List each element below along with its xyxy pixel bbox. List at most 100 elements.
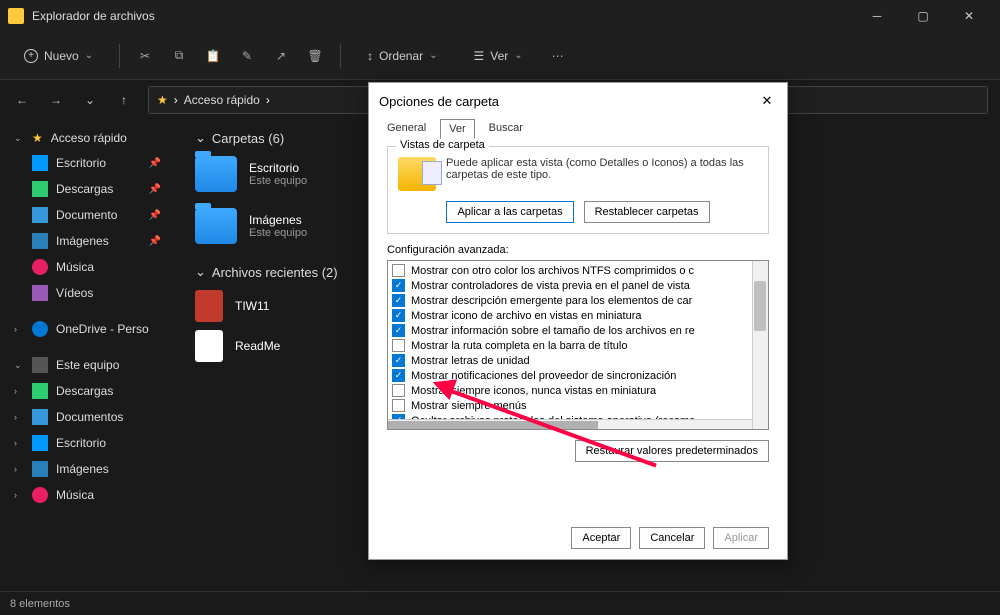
restore-defaults-button[interactable]: Restaurar valores predeterminados xyxy=(575,440,769,462)
advanced-option[interactable]: Mostrar siempre iconos, nunca vistas en … xyxy=(392,383,764,398)
advanced-settings-list: Mostrar con otro color los archivos NTFS… xyxy=(387,260,769,430)
tab-view[interactable]: Ver xyxy=(440,119,475,139)
sidebar-item-quick-access[interactable]: ⌄ ★ Acceso rápido xyxy=(0,126,175,150)
sidebar-label: Escritorio xyxy=(56,436,106,450)
scrollbar-vertical[interactable] xyxy=(752,261,768,429)
new-label: Nuevo xyxy=(44,49,79,63)
advanced-option[interactable]: Mostrar siempre menús xyxy=(392,398,764,413)
sidebar-label: Descargas xyxy=(56,182,113,196)
folder-name: Escritorio xyxy=(249,161,307,175)
option-label: Mostrar controladores de vista previa en… xyxy=(411,280,690,292)
copy-icon[interactable]: ⧉ xyxy=(170,47,188,65)
file-item[interactable]: ReadMe xyxy=(195,330,395,362)
checkbox-icon xyxy=(392,264,405,277)
sidebar-item-music[interactable]: Música xyxy=(0,254,175,280)
file-name: TIW11 xyxy=(235,299,269,313)
sidebar-item-documents[interactable]: ›Documentos xyxy=(0,404,175,430)
status-bar: 8 elementos xyxy=(0,591,1000,615)
chevron-down-icon: ⌄ xyxy=(85,50,93,61)
sidebar-item-thispc[interactable]: ⌄ Este equipo xyxy=(0,352,175,378)
status-text: 8 elementos xyxy=(10,598,70,610)
minimize-button[interactable]: ─ xyxy=(854,0,900,32)
cloud-icon xyxy=(32,321,48,337)
scrollbar-horizontal[interactable] xyxy=(388,419,752,429)
back-button[interactable]: ← xyxy=(12,90,32,110)
new-button[interactable]: + Nuevo ⌄ xyxy=(14,43,103,69)
folder-icon xyxy=(8,8,24,24)
sidebar-item-documents[interactable]: Documento📌 xyxy=(0,202,175,228)
plus-icon: + xyxy=(24,49,38,63)
section-label: Archivos recientes (2) xyxy=(212,265,338,280)
close-button[interactable]: ✕ xyxy=(946,0,992,32)
tab-search[interactable]: Buscar xyxy=(481,119,531,139)
section-label: Carpetas (6) xyxy=(212,131,284,146)
folder-sub: Este equipo xyxy=(249,227,307,239)
reset-folders-button[interactable]: Restablecer carpetas xyxy=(584,201,710,223)
paste-icon[interactable]: 📋 xyxy=(204,47,222,65)
divider xyxy=(340,44,341,68)
checkbox-icon: ✓ xyxy=(392,309,405,322)
window-title: Explorador de archivos xyxy=(32,9,854,23)
desktop-icon xyxy=(32,435,48,451)
file-icon xyxy=(195,330,223,362)
folder-item[interactable]: EscritorioEste equipo xyxy=(195,156,395,192)
sidebar-item-videos[interactable]: Vídeos xyxy=(0,280,175,306)
forward-button[interactable]: → xyxy=(46,90,66,110)
folder-icon xyxy=(195,156,237,192)
download-icon xyxy=(32,383,48,399)
file-name: ReadMe xyxy=(235,339,280,353)
tab-general[interactable]: General xyxy=(379,119,434,139)
sidebar-item-downloads[interactable]: ›Descargas xyxy=(0,378,175,404)
chevron-down-icon: ⌄ xyxy=(195,130,206,146)
sidebar-item-images[interactable]: Imágenes📌 xyxy=(0,228,175,254)
apply-folders-button[interactable]: Aplicar a las carpetas xyxy=(446,201,573,223)
sidebar-item-downloads[interactable]: Descargas📌 xyxy=(0,176,175,202)
advanced-option[interactable]: Mostrar con otro color los archivos NTFS… xyxy=(392,263,764,278)
sidebar-label: Documentos xyxy=(56,410,123,424)
sidebar-item-desktop[interactable]: Escritorio📌 xyxy=(0,150,175,176)
advanced-option[interactable]: ✓Mostrar notificaciones del proveedor de… xyxy=(392,368,764,383)
share-icon[interactable]: ↗ xyxy=(272,47,290,65)
breadcrumb-item[interactable]: Acceso rápido xyxy=(184,93,260,107)
chevron-down-icon: ⌄ xyxy=(14,133,24,144)
rename-icon[interactable]: ✎ xyxy=(238,47,256,65)
sidebar-item-images[interactable]: ›Imágenes xyxy=(0,456,175,482)
sidebar-label: Documento xyxy=(56,208,117,222)
folder-item[interactable]: ImágenesEste equipo xyxy=(195,208,395,244)
sort-button[interactable]: ↕ Ordenar ⌄ xyxy=(357,43,447,69)
option-label: Mostrar descripción emergente para los e… xyxy=(411,295,692,307)
advanced-option[interactable]: ✓Mostrar controladores de vista previa e… xyxy=(392,278,764,293)
sidebar-item-desktop[interactable]: ›Escritorio xyxy=(0,430,175,456)
music-icon xyxy=(32,259,48,275)
dialog-title: Opciones de carpeta xyxy=(379,94,499,109)
file-item[interactable]: TIW11 xyxy=(195,290,395,322)
sidebar-item-onedrive[interactable]: ›OneDrive - Perso xyxy=(0,316,175,342)
view-icon: ☰ xyxy=(474,49,485,63)
cut-icon[interactable]: ✂ xyxy=(136,47,154,65)
group-description: Puede aplicar esta vista (como Detalles … xyxy=(446,157,758,191)
advanced-option[interactable]: ✓Mostrar descripción emergente para los … xyxy=(392,293,764,308)
advanced-option[interactable]: ✓ Mostrar icono de archivo en vistas en m… xyxy=(392,308,764,323)
more-icon[interactable]: ⋯ xyxy=(549,47,567,65)
sidebar-item-music[interactable]: ›Música xyxy=(0,482,175,508)
chevron-down-icon: ⌄ xyxy=(14,360,24,371)
apply-button[interactable]: Aplicar xyxy=(713,527,769,549)
cancel-button[interactable]: Cancelar xyxy=(639,527,705,549)
maximize-button[interactable]: ▢ xyxy=(900,0,946,32)
view-button[interactable]: ☰ Ver ⌄ xyxy=(464,43,533,69)
close-button[interactable]: ✕ xyxy=(757,91,777,111)
advanced-option[interactable]: Mostrar la ruta completa en la barra de … xyxy=(392,338,764,353)
download-icon xyxy=(32,181,48,197)
chevron-down-icon[interactable]: ⌄ xyxy=(80,90,100,110)
file-icon xyxy=(195,290,223,322)
ok-button[interactable]: Aceptar xyxy=(571,527,631,549)
chevron-right-icon: › xyxy=(14,324,24,334)
advanced-option[interactable]: ✓Mostrar información sobre el tamaño de … xyxy=(392,323,764,338)
checkbox-icon xyxy=(392,384,405,397)
sidebar-label: Este equipo xyxy=(56,358,119,372)
delete-icon[interactable]: 🗑 xyxy=(306,47,324,65)
window-titlebar: Explorador de archivos ─ ▢ ✕ xyxy=(0,0,1000,32)
up-button[interactable]: ↑ xyxy=(114,90,134,110)
option-label: Mostrar icono de archivo en vistas en mi… xyxy=(411,310,642,322)
advanced-option[interactable]: ✓Mostrar letras de unidad xyxy=(392,353,764,368)
